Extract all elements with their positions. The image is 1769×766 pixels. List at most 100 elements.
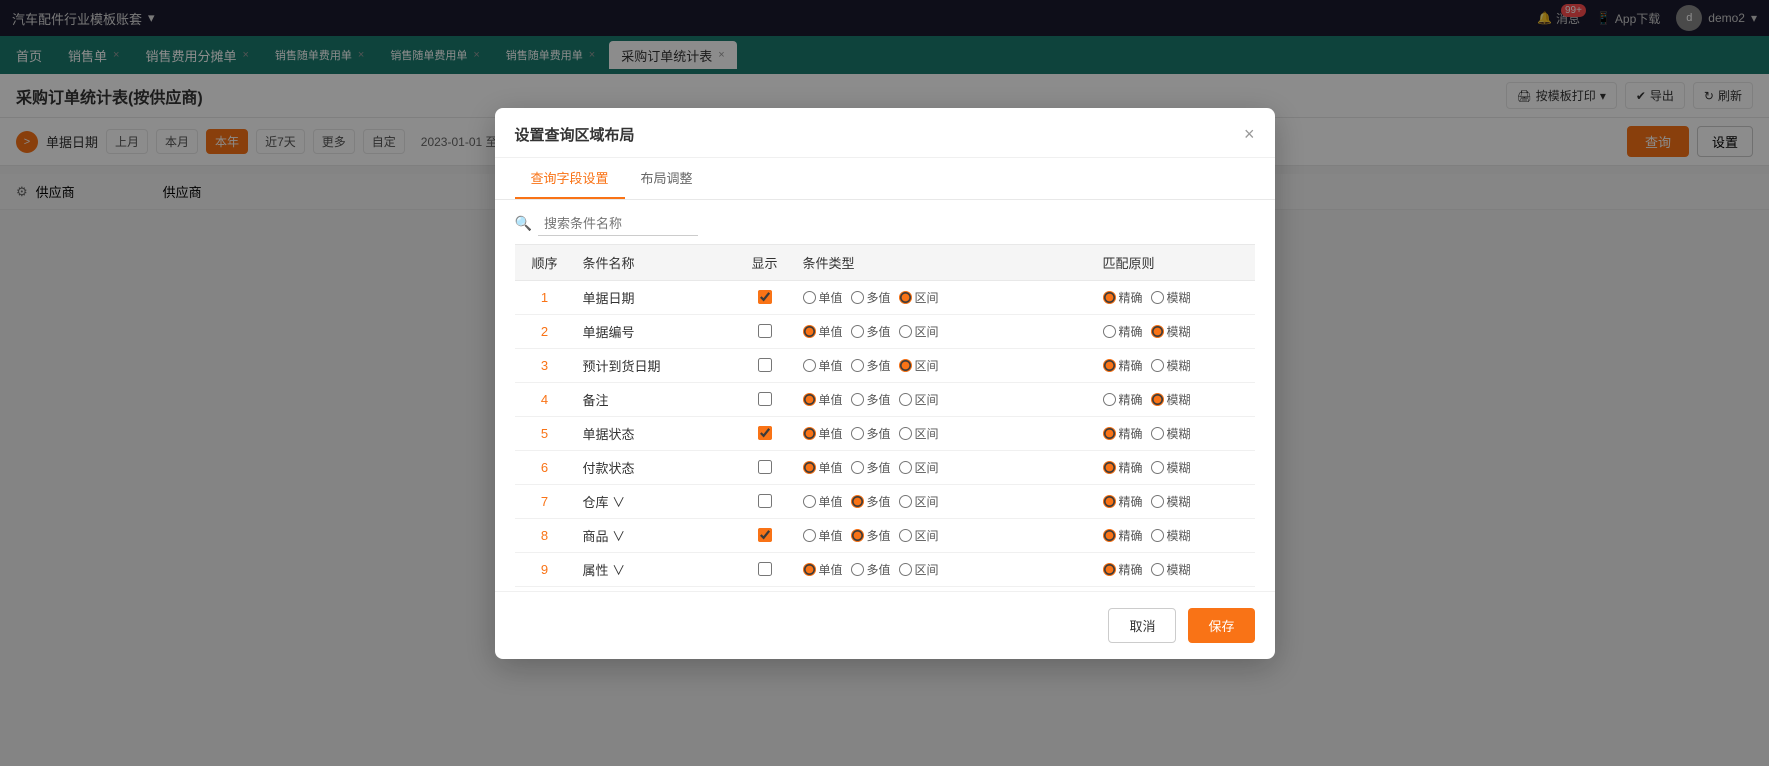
match-option-精确[interactable]: 精确 — [1103, 323, 1143, 340]
type-option-区间[interactable]: 区间 — [899, 561, 939, 578]
match-radio-模糊[interactable] — [1151, 359, 1164, 372]
type-radio-多值[interactable] — [851, 359, 864, 372]
display-checkbox[interactable] — [758, 392, 772, 406]
row-display-cell[interactable] — [735, 324, 795, 338]
type-option-单值[interactable]: 单值 — [803, 493, 843, 510]
type-radio-区间[interactable] — [899, 291, 912, 304]
type-option-单值[interactable]: 单值 — [803, 561, 843, 578]
display-checkbox[interactable] — [758, 324, 772, 338]
display-checkbox[interactable] — [758, 494, 772, 508]
match-radio-精确[interactable] — [1103, 427, 1116, 440]
match-option-模糊[interactable]: 模糊 — [1151, 493, 1191, 510]
type-option-区间[interactable]: 区间 — [899, 527, 939, 544]
match-radio-精确[interactable] — [1103, 495, 1116, 508]
row-display-cell[interactable] — [735, 528, 795, 542]
row-display-cell[interactable] — [735, 358, 795, 372]
type-option-区间[interactable]: 区间 — [899, 493, 939, 510]
match-radio-模糊[interactable] — [1151, 393, 1164, 406]
row-display-cell[interactable] — [735, 494, 795, 508]
type-option-多值[interactable]: 多值 — [851, 357, 891, 374]
match-option-精确[interactable]: 精确 — [1103, 459, 1143, 476]
cancel-button[interactable]: 取消 — [1108, 608, 1176, 643]
match-radio-精确[interactable] — [1103, 461, 1116, 474]
type-option-多值[interactable]: 多值 — [851, 391, 891, 408]
type-radio-多值[interactable] — [851, 393, 864, 406]
match-radio-精确[interactable] — [1103, 563, 1116, 576]
type-radio-多值[interactable] — [851, 563, 864, 576]
row-display-cell[interactable] — [735, 460, 795, 474]
save-button[interactable]: 保存 — [1188, 608, 1254, 643]
type-radio-单值[interactable] — [803, 529, 816, 542]
type-option-区间[interactable]: 区间 — [899, 289, 939, 306]
type-option-多值[interactable]: 多值 — [851, 323, 891, 340]
type-option-单值[interactable]: 单值 — [803, 391, 843, 408]
type-radio-区间[interactable] — [899, 529, 912, 542]
type-option-区间[interactable]: 区间 — [899, 391, 939, 408]
match-option-模糊[interactable]: 模糊 — [1151, 391, 1191, 408]
type-option-单值[interactable]: 单值 — [803, 289, 843, 306]
type-option-单值[interactable]: 单值 — [803, 323, 843, 340]
type-radio-多值[interactable] — [851, 291, 864, 304]
match-option-模糊[interactable]: 模糊 — [1151, 357, 1191, 374]
match-option-精确[interactable]: 精确 — [1103, 527, 1143, 544]
type-radio-单值[interactable] — [803, 393, 816, 406]
type-radio-区间[interactable] — [899, 427, 912, 440]
match-radio-模糊[interactable] — [1151, 427, 1164, 440]
match-option-精确[interactable]: 精确 — [1103, 561, 1143, 578]
match-option-精确[interactable]: 精确 — [1103, 391, 1143, 408]
match-radio-模糊[interactable] — [1151, 325, 1164, 338]
type-option-多值[interactable]: 多值 — [851, 425, 891, 442]
display-checkbox[interactable] — [758, 460, 772, 474]
type-option-多值[interactable]: 多值 — [851, 459, 891, 476]
row-display-cell[interactable] — [735, 426, 795, 440]
type-radio-单值[interactable] — [803, 427, 816, 440]
type-radio-多值[interactable] — [851, 427, 864, 440]
type-option-单值[interactable]: 单值 — [803, 459, 843, 476]
type-option-多值[interactable]: 多值 — [851, 527, 891, 544]
match-option-精确[interactable]: 精确 — [1103, 425, 1143, 442]
row-display-cell[interactable] — [735, 562, 795, 576]
type-radio-单值[interactable] — [803, 461, 816, 474]
type-radio-区间[interactable] — [899, 461, 912, 474]
search-input[interactable] — [538, 212, 698, 236]
type-radio-单值[interactable] — [803, 359, 816, 372]
type-radio-区间[interactable] — [899, 325, 912, 338]
match-option-精确[interactable]: 精确 — [1103, 289, 1143, 306]
match-radio-模糊[interactable] — [1151, 291, 1164, 304]
row-display-cell[interactable] — [735, 290, 795, 304]
type-option-多值[interactable]: 多值 — [851, 561, 891, 578]
type-option-多值[interactable]: 多值 — [851, 289, 891, 306]
type-option-单值[interactable]: 单值 — [803, 357, 843, 374]
type-option-区间[interactable]: 区间 — [899, 357, 939, 374]
type-radio-多值[interactable] — [851, 325, 864, 338]
type-radio-多值[interactable] — [851, 461, 864, 474]
match-option-模糊[interactable]: 模糊 — [1151, 289, 1191, 306]
type-radio-单值[interactable] — [803, 563, 816, 576]
type-radio-多值[interactable] — [851, 495, 864, 508]
row-display-cell[interactable] — [735, 392, 795, 406]
type-option-区间[interactable]: 区间 — [899, 425, 939, 442]
display-checkbox[interactable] — [758, 528, 772, 542]
type-radio-单值[interactable] — [803, 291, 816, 304]
match-radio-模糊[interactable] — [1151, 461, 1164, 474]
match-option-模糊[interactable]: 模糊 — [1151, 323, 1191, 340]
match-radio-精确[interactable] — [1103, 359, 1116, 372]
match-option-模糊[interactable]: 模糊 — [1151, 459, 1191, 476]
match-option-模糊[interactable]: 模糊 — [1151, 425, 1191, 442]
type-option-区间[interactable]: 区间 — [899, 323, 939, 340]
match-radio-模糊[interactable] — [1151, 529, 1164, 542]
display-checkbox[interactable] — [758, 290, 772, 304]
display-checkbox[interactable] — [758, 562, 772, 576]
type-option-多值[interactable]: 多值 — [851, 493, 891, 510]
type-radio-多值[interactable] — [851, 529, 864, 542]
match-radio-精确[interactable] — [1103, 325, 1116, 338]
modal-close-button[interactable]: × — [1244, 124, 1255, 145]
type-radio-单值[interactable] — [803, 495, 816, 508]
display-checkbox[interactable] — [758, 358, 772, 372]
match-option-模糊[interactable]: 模糊 — [1151, 561, 1191, 578]
modal-tab-query-fields[interactable]: 查询字段设置 — [515, 158, 625, 199]
match-radio-精确[interactable] — [1103, 393, 1116, 406]
type-radio-单值[interactable] — [803, 325, 816, 338]
type-option-区间[interactable]: 区间 — [899, 459, 939, 476]
modal-tab-layout[interactable]: 布局调整 — [625, 158, 709, 199]
